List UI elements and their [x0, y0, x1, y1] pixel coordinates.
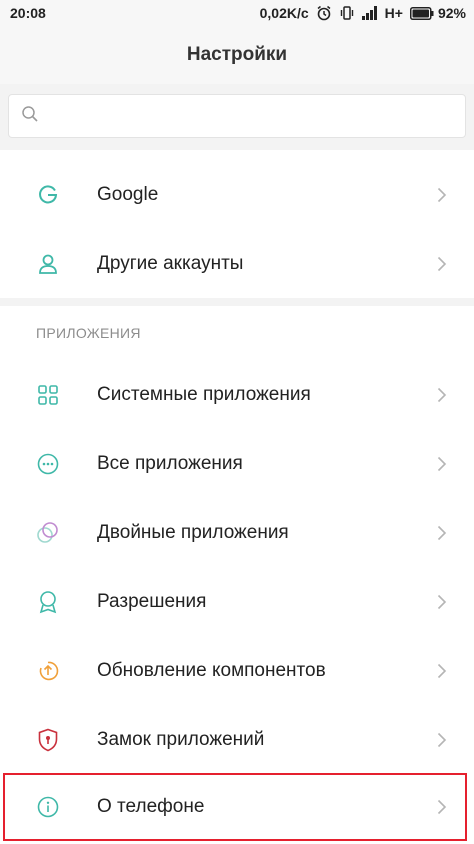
all-apps-item[interactable]: Все приложения	[0, 429, 474, 498]
account-google[interactable]: Google	[0, 160, 474, 229]
badge-icon	[36, 590, 60, 614]
search-area	[0, 84, 474, 150]
chevron-right-icon	[436, 524, 448, 542]
dual-apps-label: Двойные приложения	[97, 521, 289, 543]
dual-apps-item[interactable]: Двойные приложения	[0, 498, 474, 567]
search-input[interactable]	[47, 106, 431, 126]
about-section: О телефоне	[0, 773, 474, 844]
section-header-apps: ПРИЛОЖЕНИЯ	[36, 325, 141, 341]
chevron-right-icon	[436, 186, 448, 204]
chevron-right-icon	[436, 455, 448, 473]
google-icon	[36, 183, 60, 207]
system-apps-label: Системные приложения	[97, 383, 311, 405]
section-divider	[0, 298, 474, 306]
status-bar: 20:08 0,02K/c H+ 92%	[0, 0, 474, 26]
chevron-right-icon	[436, 386, 448, 404]
all-apps-label: Все приложения	[97, 452, 243, 474]
search-icon	[21, 105, 39, 128]
accounts-section: Google Другие аккаунты	[0, 150, 474, 298]
apps-section: ПРИЛОЖЕНИЯ Системные приложения Все прил…	[0, 306, 474, 773]
component-update-label: Обновление компонентов	[97, 659, 326, 681]
dots-circle-icon	[36, 452, 60, 476]
chevron-right-icon	[436, 593, 448, 611]
permissions-label: Разрешения	[97, 590, 207, 612]
account-other-label: Другие аккаунты	[97, 252, 244, 274]
info-icon	[36, 795, 60, 819]
system-apps-item[interactable]: Системные приложения	[0, 360, 474, 429]
search-box[interactable]	[8, 94, 466, 138]
account-other[interactable]: Другие аккаунты	[0, 229, 474, 298]
battery: 92%	[409, 5, 466, 21]
update-icon	[36, 659, 60, 683]
app-lock-item[interactable]: Замок приложений	[0, 705, 474, 774]
battery-icon	[409, 6, 434, 20]
chevron-right-icon	[436, 662, 448, 680]
person-icon	[36, 252, 60, 276]
about-phone-label: О телефоне	[97, 796, 205, 817]
app-lock-label: Замок приложений	[97, 728, 265, 750]
chevron-right-icon	[436, 255, 448, 273]
app-header: Настройки	[0, 26, 474, 84]
grid-icon	[36, 383, 60, 407]
page-title: Настройки	[186, 44, 288, 65]
network-type: H+	[384, 5, 403, 21]
chevron-right-icon	[436, 731, 448, 749]
alarm-icon	[316, 5, 332, 21]
dual-circle-icon	[36, 521, 60, 545]
shield-icon	[36, 728, 60, 752]
account-google-label: Google	[97, 183, 159, 205]
about-phone-item[interactable]: О телефоне	[0, 773, 474, 841]
component-update-item[interactable]: Обновление компонентов	[0, 636, 474, 705]
status-right: 0,02K/c H+ 92%	[260, 5, 466, 21]
chevron-right-icon	[436, 798, 448, 816]
status-time: 20:08	[10, 5, 46, 21]
signal-icon	[361, 6, 378, 20]
battery-percent: 92%	[437, 5, 466, 21]
vibrate-icon	[339, 5, 355, 21]
net-speed: 0,02K/c	[259, 5, 309, 21]
permissions-item[interactable]: Разрешения	[0, 567, 474, 636]
